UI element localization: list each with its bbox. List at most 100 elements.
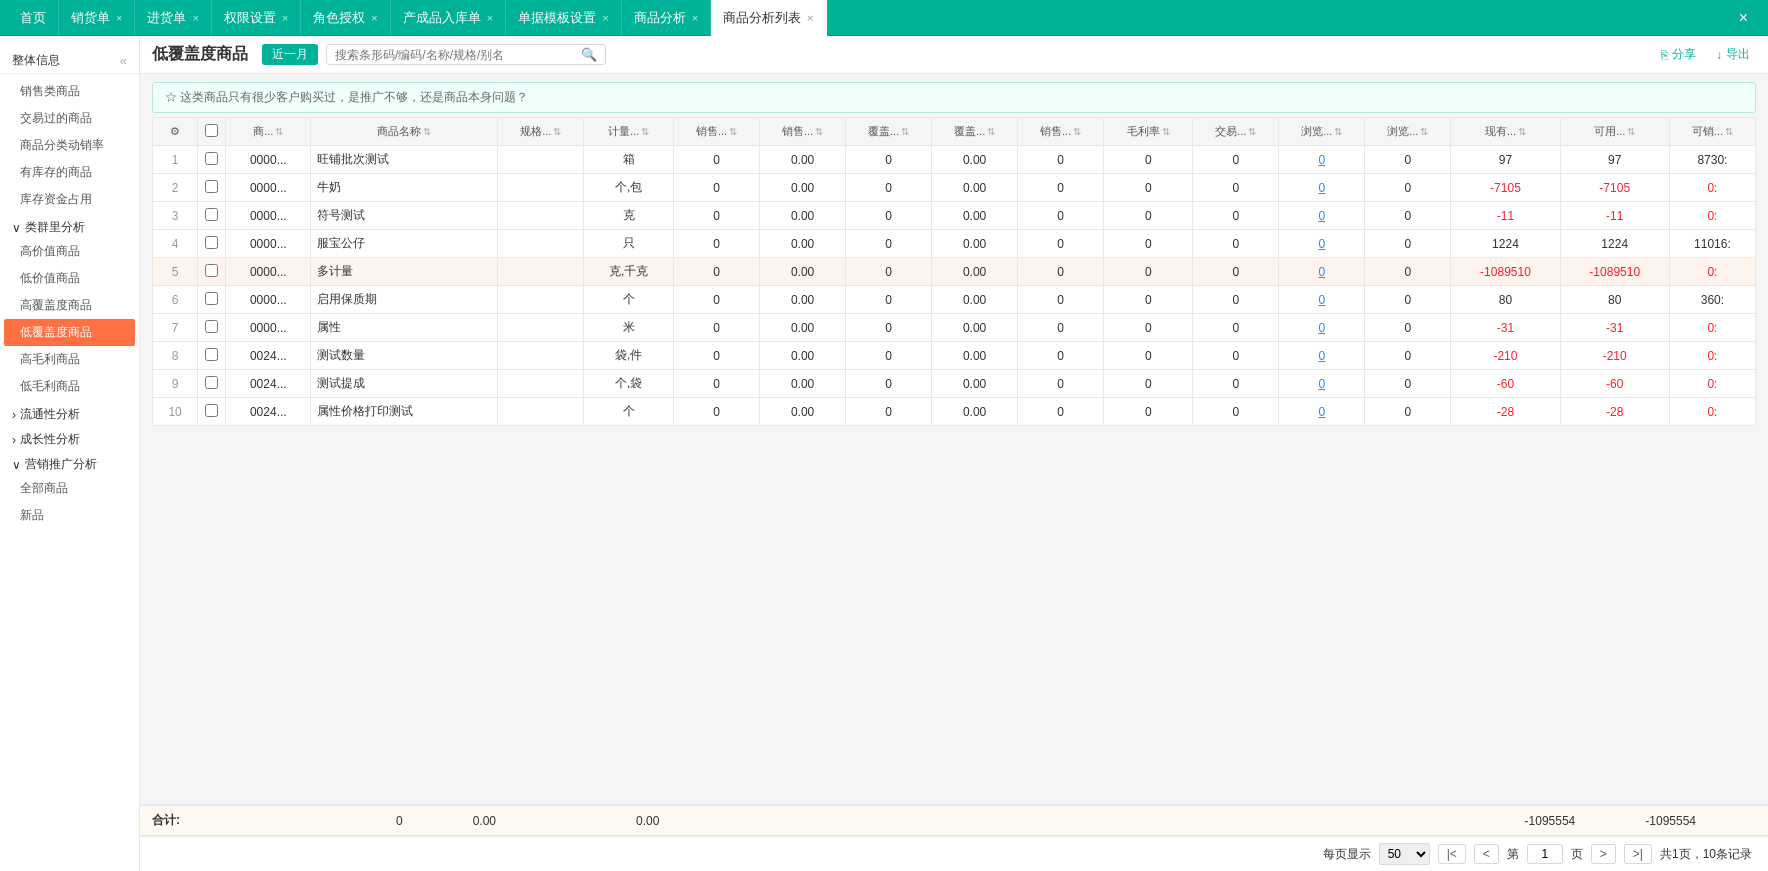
row-sellable: 0: (1669, 174, 1755, 202)
row-sellable: 0: (1669, 398, 1755, 426)
row-browse1[interactable]: 0 (1279, 146, 1365, 174)
sidebar-item-traded[interactable]: 交易过的商品 (0, 105, 139, 132)
row-browse1[interactable]: 0 (1279, 314, 1365, 342)
col-sales-amt[interactable]: 销售...⇅ (760, 118, 846, 146)
sidebar-item-capital[interactable]: 库存资金占用 (0, 186, 139, 213)
row-spec (498, 258, 584, 286)
nav-analysis-list-close[interactable]: × (807, 12, 813, 24)
nav-production-close[interactable]: × (487, 12, 493, 24)
col-available[interactable]: 可用...⇅ (1560, 118, 1669, 146)
row-checkbox[interactable] (198, 202, 226, 230)
col-sellable[interactable]: 可销...⇅ (1669, 118, 1755, 146)
col-cov2[interactable]: 覆盖...⇅ (932, 118, 1018, 146)
sidebar-item-high-margin[interactable]: 高毛利商品 (0, 346, 139, 373)
nav-production[interactable]: 产成品入库单 × (391, 0, 506, 36)
col-sales-stat[interactable]: 销售...⇅ (1018, 118, 1104, 146)
sidebar-item-high-value[interactable]: 高价值商品 (0, 238, 139, 265)
row-browse1[interactable]: 0 (1279, 342, 1365, 370)
sidebar-item-new-products[interactable]: 新品 (0, 502, 139, 529)
row-checkbox[interactable] (198, 258, 226, 286)
nav-template-close[interactable]: × (602, 12, 608, 24)
col-settings[interactable]: ⚙ (153, 118, 198, 146)
last-page-btn[interactable]: >| (1624, 844, 1652, 864)
row-browse1[interactable]: 0 (1279, 286, 1365, 314)
chevron-right-icon2: › (12, 433, 16, 447)
sidebar-item-high-coverage[interactable]: 高覆盖度商品 (0, 292, 139, 319)
search-input[interactable] (335, 48, 577, 62)
sidebar-item-in-stock[interactable]: 有库存的商品 (0, 159, 139, 186)
col-gross[interactable]: 毛利率⇅ (1104, 118, 1193, 146)
row-available: 97 (1560, 146, 1669, 174)
nav-analysis-list[interactable]: 商品分析列表 × (711, 0, 826, 36)
table-container[interactable]: ⚙ 商...⇅ 商品名称⇅ 规格...⇅ 计量...⇅ 销售...⇅ 销售...… (140, 117, 1768, 804)
row-checkbox[interactable] (198, 146, 226, 174)
nav-sales[interactable]: 销货单 × (59, 0, 135, 36)
sidebar-section-marketing[interactable]: ∨ 营销推广分析 (0, 450, 139, 475)
row-browse1[interactable]: 0 (1279, 370, 1365, 398)
row-checkbox[interactable] (198, 342, 226, 370)
first-page-btn[interactable]: |< (1438, 844, 1466, 864)
row-browse2: 0 (1365, 286, 1451, 314)
nav-analysis[interactable]: 商品分析 × (622, 0, 711, 36)
sidebar-item-low-margin[interactable]: 低毛利商品 (0, 373, 139, 400)
col-trade[interactable]: 交易...⇅ (1193, 118, 1279, 146)
row-checkbox[interactable] (198, 174, 226, 202)
nav-sales-close[interactable]: × (116, 12, 122, 24)
nav-permissions-close[interactable]: × (282, 12, 288, 24)
col-cov1[interactable]: 覆盖...⇅ (846, 118, 932, 146)
row-checkbox[interactable] (198, 286, 226, 314)
page-input[interactable] (1527, 844, 1563, 864)
nav-analysis-close[interactable]: × (692, 12, 698, 24)
nav-purchase-close[interactable]: × (192, 12, 198, 24)
sidebar-section-cluster[interactable]: ∨ 类群里分析 (0, 213, 139, 238)
row-available: -31 (1560, 314, 1669, 342)
row-browse1[interactable]: 0 (1279, 258, 1365, 286)
row-sellable: 0: (1669, 314, 1755, 342)
col-name[interactable]: 商品名称⇅ (311, 118, 498, 146)
share-button[interactable]: ⎘ 分享 (1655, 44, 1702, 65)
row-sales-qty: 0 (674, 370, 760, 398)
row-checkbox[interactable] (198, 230, 226, 258)
col-spec[interactable]: 规格...⇅ (498, 118, 584, 146)
time-filter-button[interactable]: 近一月 (262, 44, 318, 65)
col-unit[interactable]: 计量...⇅ (584, 118, 674, 146)
row-gross: 0 (1104, 314, 1193, 342)
col-browse2[interactable]: 浏览...⇅ (1365, 118, 1451, 146)
nav-purchase[interactable]: 进货单 × (135, 0, 211, 36)
row-browse1[interactable]: 0 (1279, 174, 1365, 202)
col-current[interactable]: 现有...⇅ (1451, 118, 1560, 146)
col-code[interactable]: 商...⇅ (226, 118, 311, 146)
sidebar-item-low-value[interactable]: 低价值商品 (0, 265, 139, 292)
nav-permissions[interactable]: 权限设置 × (212, 0, 301, 36)
row-name: 测试提成 (311, 370, 498, 398)
prev-page-btn[interactable]: < (1474, 844, 1499, 864)
chevron-right-icon: › (12, 408, 16, 422)
row-checkbox[interactable] (198, 314, 226, 342)
col-checkbox[interactable] (198, 118, 226, 146)
sidebar-section-growth[interactable]: › 成长性分析 (0, 425, 139, 450)
nav-roles[interactable]: 角色授权 × (301, 0, 390, 36)
select-all-checkbox[interactable] (205, 124, 218, 137)
nav-home[interactable]: 首页 (8, 0, 59, 36)
nav-roles-close[interactable]: × (371, 12, 377, 24)
row-browse1[interactable]: 0 (1279, 230, 1365, 258)
per-page-select[interactable]: 50 10 20 100 (1379, 843, 1430, 865)
sidebar-item-low-coverage[interactable]: 低覆盖度商品 (4, 319, 135, 346)
sidebar-item-category-rate[interactable]: 商品分类动销率 (0, 132, 139, 159)
next-page-btn[interactable]: > (1591, 844, 1616, 864)
window-close[interactable]: × (1727, 9, 1760, 27)
sidebar-item-all-products[interactable]: 全部商品 (0, 475, 139, 502)
sidebar-collapse-btn[interactable]: « (120, 53, 127, 68)
sidebar-section-circulation[interactable]: › 流通性分析 (0, 400, 139, 425)
top-nav: 首页 销货单 × 进货单 × 权限设置 × 角色授权 × 产成品入库单 × 单据… (0, 0, 1768, 36)
row-checkbox[interactable] (198, 370, 226, 398)
row-checkbox[interactable] (198, 398, 226, 426)
row-browse1[interactable]: 0 (1279, 398, 1365, 426)
export-button[interactable]: ↓ 导出 (1710, 44, 1756, 65)
nav-template[interactable]: 单据模板设置 × (506, 0, 621, 36)
col-sales-qty[interactable]: 销售...⇅ (674, 118, 760, 146)
sidebar-item-sales-products[interactable]: 销售类商品 (0, 78, 139, 105)
row-browse1[interactable]: 0 (1279, 202, 1365, 230)
col-browse1[interactable]: 浏览...⇅ (1279, 118, 1365, 146)
footer-available: -1095554 (1645, 814, 1696, 828)
